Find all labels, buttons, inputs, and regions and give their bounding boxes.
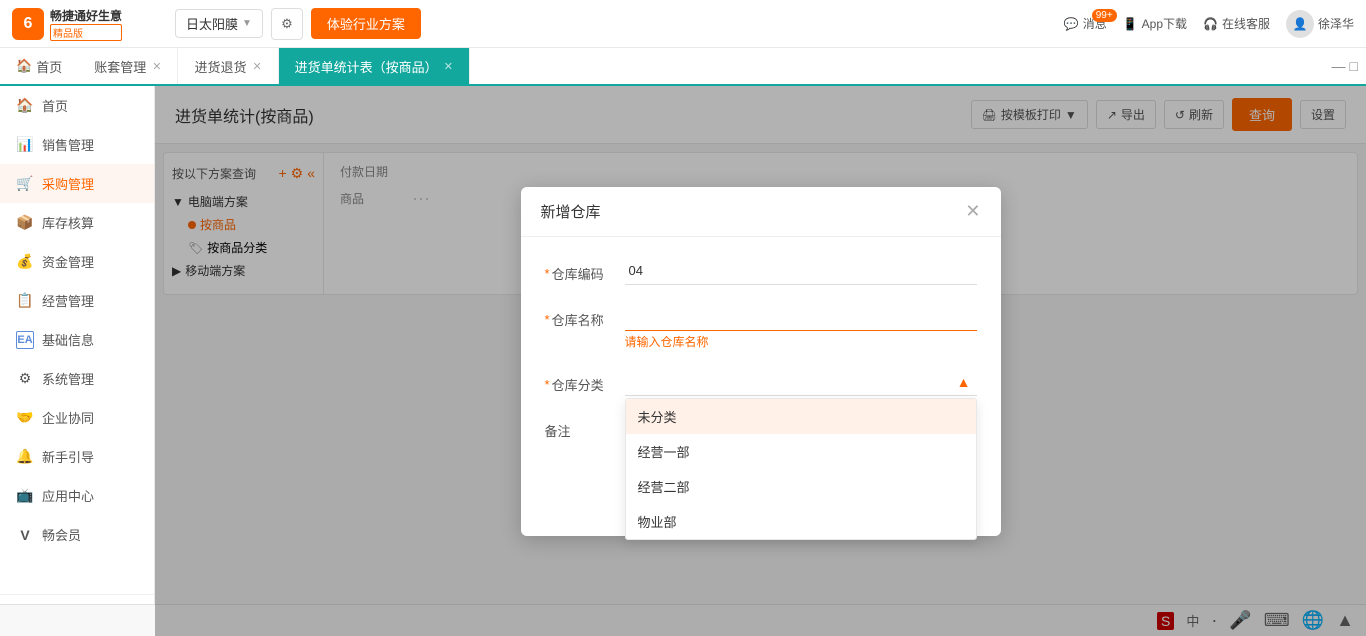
- name-label: * 仓库名称: [545, 303, 625, 329]
- mobile-icon: 📱: [1123, 17, 1138, 31]
- message-icon: 💬: [1064, 17, 1079, 31]
- field-code: * 仓库编码: [545, 257, 977, 285]
- modal-body: * 仓库编码 * 仓库名称: [521, 237, 1001, 480]
- logo-icon: 6: [12, 8, 44, 40]
- messages-button[interactable]: 💬 消息 99+: [1064, 15, 1107, 32]
- category-field-control: ▲ 未分类 经营一部 经营二部 物业部: [625, 368, 977, 396]
- sidebar-item-basic-info[interactable]: EA 基础信息: [0, 320, 154, 359]
- inventory-icon: 📦: [16, 214, 34, 232]
- field-category: * 仓库分类 ▲ 未分类 经营一部 经营二部: [545, 368, 977, 396]
- home-sidebar-icon: 🏠: [16, 97, 34, 115]
- sales-icon: 📊: [16, 136, 34, 154]
- category-dropdown-list: 未分类 经营一部 经营二部 物业部: [625, 398, 977, 540]
- app-download-button[interactable]: 📱 App下载: [1123, 15, 1187, 32]
- tab-accounts[interactable]: 账套管理 ✕: [78, 48, 178, 84]
- main-layout: 🏠 首页 📊 销售管理 🛒 采购管理 📦 库存核算 💰 资金管理 📋 经: [0, 86, 1366, 636]
- avatar-icon: 👤: [1293, 17, 1308, 31]
- sidebar-item-app-center[interactable]: 📺 应用中心: [0, 476, 154, 515]
- tab-maximize-icon[interactable]: □: [1350, 58, 1358, 74]
- tab-minimize-icon[interactable]: —: [1332, 58, 1346, 74]
- purchase-icon: 🛒: [16, 175, 34, 193]
- system-icon: ⚙: [16, 370, 34, 388]
- name-error-message: 请输入仓库名称: [625, 333, 977, 350]
- code-input[interactable]: [625, 257, 977, 285]
- tab-bar: 🏠 首页 账套管理 ✕ 进货退货 ✕ 进货单统计表（按商品） ✕ — □: [0, 48, 1366, 86]
- avatar: 👤: [1286, 10, 1314, 38]
- message-badge: 99+: [1092, 9, 1117, 22]
- sidebar-item-vip[interactable]: V 畅会员: [0, 515, 154, 554]
- category-input[interactable]: [625, 368, 977, 396]
- tab-home[interactable]: 🏠 首页: [0, 48, 78, 84]
- modal-overlay: 新增仓库 ✕ * 仓库编码: [155, 86, 1366, 636]
- dropdown-option-unclassified[interactable]: 未分类: [626, 399, 976, 434]
- online-service-button[interactable]: 🎧 在线客服: [1203, 15, 1270, 32]
- user-profile[interactable]: 👤 徐泽华: [1286, 10, 1354, 38]
- tab-close-purchase-stats[interactable]: ✕: [444, 60, 453, 73]
- basic-info-icon: EA: [16, 331, 34, 349]
- sidebar-item-guide[interactable]: 🔔 新手引导: [0, 437, 154, 476]
- tab-purchase-return[interactable]: 进货退货 ✕: [178, 48, 278, 84]
- sidebar: 🏠 首页 📊 销售管理 🛒 采购管理 📦 库存核算 💰 资金管理 📋 经: [0, 86, 155, 636]
- modal-add-warehouse: 新增仓库 ✕ * 仓库编码: [521, 187, 1001, 536]
- tab-purchase-stats[interactable]: 进货单统计表（按商品） ✕: [279, 48, 470, 84]
- headset-icon: 🎧: [1203, 17, 1218, 31]
- category-dropdown-arrow-icon[interactable]: ▲: [957, 374, 971, 390]
- operations-icon: 📋: [16, 292, 34, 310]
- enterprise-icon: 🤝: [16, 409, 34, 427]
- tab-controls: — □: [1324, 48, 1366, 84]
- trial-button[interactable]: 体验行业方案: [311, 8, 421, 39]
- app-center-icon: 📺: [16, 487, 34, 505]
- sidebar-item-inventory[interactable]: 📦 库存核算: [0, 203, 154, 242]
- code-field-control: [625, 257, 977, 285]
- tab-close-accounts[interactable]: ✕: [152, 60, 161, 73]
- sidebar-item-system[interactable]: ⚙ 系统管理: [0, 359, 154, 398]
- sidebar-item-finance[interactable]: 💰 资金管理: [0, 242, 154, 281]
- modal-close-button[interactable]: ✕: [965, 202, 980, 220]
- name-input[interactable]: [625, 303, 977, 331]
- logo-text: 畅捷通好生意 精品版: [50, 7, 122, 41]
- category-label: * 仓库分类: [545, 368, 625, 394]
- sidebar-item-home[interactable]: 🏠 首页: [0, 86, 154, 125]
- dropdown-option-dept3[interactable]: 物业部: [626, 504, 976, 539]
- top-bar: 6 畅捷通好生意 精品版 日太阳膜 ▼ ⚙ 体验行业方案 💬 消息 99+ 📱 …: [0, 0, 1366, 48]
- sidebar-item-purchase[interactable]: 🛒 采购管理: [0, 164, 154, 203]
- home-icon: 🏠: [16, 58, 32, 74]
- logo-area: 6 畅捷通好生意 精品版: [12, 7, 167, 41]
- store-dropdown-arrow-icon: ▼: [242, 18, 252, 29]
- page-root: 6 畅捷通好生意 精品版 日太阳膜 ▼ ⚙ 体验行业方案 💬 消息 99+ 📱 …: [0, 0, 1366, 636]
- field-name: * 仓库名称 请输入仓库名称: [545, 303, 977, 350]
- vip-icon: V: [16, 526, 34, 544]
- remark-label: 备注: [545, 414, 625, 440]
- top-right-actions: 💬 消息 99+ 📱 App下载 🎧 在线客服 👤 徐泽华: [1064, 10, 1354, 38]
- dropdown-option-dept2[interactable]: 经营二部: [626, 469, 976, 504]
- name-field-control: 请输入仓库名称: [625, 303, 977, 350]
- sidebar-item-sales[interactable]: 📊 销售管理: [0, 125, 154, 164]
- modal-header: 新增仓库 ✕: [521, 187, 1001, 237]
- dropdown-option-dept1[interactable]: 经营一部: [626, 434, 976, 469]
- code-label: * 仓库编码: [545, 257, 625, 283]
- gear-icon: ⚙: [281, 16, 293, 32]
- modal-title: 新增仓库: [541, 201, 601, 222]
- settings-button[interactable]: ⚙: [271, 8, 303, 40]
- store-selector[interactable]: 日太阳膜 ▼: [175, 9, 263, 38]
- tab-close-purchase-return[interactable]: ✕: [252, 60, 261, 73]
- sidebar-item-enterprise[interactable]: 🤝 企业协同: [0, 398, 154, 437]
- sidebar-item-operations[interactable]: 📋 经营管理: [0, 281, 154, 320]
- guide-icon: 🔔: [16, 448, 34, 466]
- finance-icon: 💰: [16, 253, 34, 271]
- content-area: 进货单统计(按商品) 🖨 按模板打印 ▼ ↗ 导出 ↺ 刷新: [155, 86, 1366, 636]
